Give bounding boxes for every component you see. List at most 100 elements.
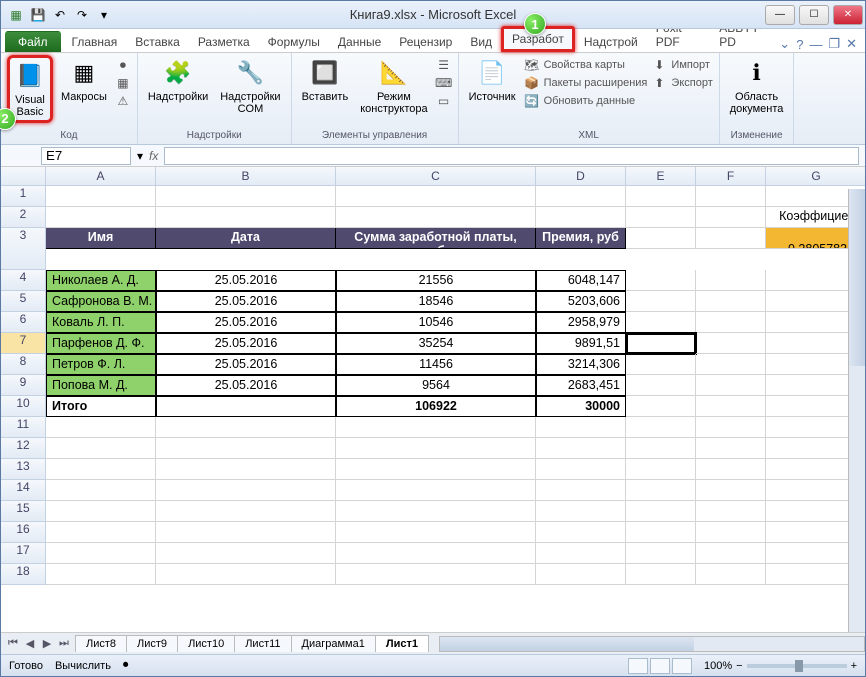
cell[interactable] [156, 207, 336, 228]
zoom-level[interactable]: 100% [704, 660, 732, 672]
document-panel-button[interactable]: ℹ Область документа [726, 55, 788, 117]
zoom-out-button[interactable]: − [736, 660, 742, 672]
cell[interactable] [536, 207, 626, 228]
row-header[interactable]: 10 [1, 396, 46, 417]
workbook-close-icon[interactable]: ✕ [846, 36, 857, 52]
cell[interactable] [626, 564, 696, 585]
cell[interactable] [156, 501, 336, 522]
vertical-scrollbar[interactable] [848, 189, 865, 632]
col-header[interactable]: G [766, 167, 865, 186]
sheet-nav-prev-icon[interactable]: ◀ [22, 637, 38, 650]
cell[interactable] [626, 375, 696, 396]
cell-bonus[interactable]: 2958,979 [536, 312, 626, 333]
cell-date[interactable]: 25.05.2016 [156, 375, 336, 396]
formula-input[interactable] [164, 147, 859, 165]
cell[interactable] [46, 438, 156, 459]
scrollbar-thumb[interactable] [440, 637, 694, 651]
header-bonus[interactable]: Премия, руб [536, 228, 626, 249]
cell[interactable] [626, 270, 696, 291]
row-header[interactable]: 5 [1, 291, 46, 312]
active-cell[interactable] [626, 333, 696, 354]
xml-source-button[interactable]: 📄 Источник [465, 55, 520, 105]
cell[interactable] [696, 501, 766, 522]
cell[interactable] [626, 480, 696, 501]
map-properties-button[interactable]: 🗺Свойства карты [524, 57, 648, 73]
cell[interactable] [536, 438, 626, 459]
col-header[interactable]: D [536, 167, 626, 186]
sheet-nav-first-icon[interactable]: ⏮ [5, 637, 21, 650]
header-salary[interactable]: Сумма заработной платы, руб. [336, 228, 536, 249]
row-header[interactable]: 3 [1, 228, 46, 270]
select-all-corner[interactable] [1, 167, 46, 186]
cell[interactable] [46, 522, 156, 543]
row-header[interactable]: 12 [1, 438, 46, 459]
cell-total-salary[interactable]: 106922 [336, 396, 536, 417]
cell-name[interactable]: Парфенов Д. Ф. [46, 333, 156, 354]
col-header[interactable]: E [626, 167, 696, 186]
col-header[interactable]: C [336, 167, 536, 186]
cell[interactable] [626, 291, 696, 312]
tab-view[interactable]: Вид [461, 31, 501, 52]
cell[interactable] [696, 375, 766, 396]
cell[interactable] [156, 543, 336, 564]
tab-layout[interactable]: Разметка [189, 31, 259, 52]
cell[interactable] [696, 207, 766, 228]
cell-bonus[interactable]: 5203,606 [536, 291, 626, 312]
cell-name[interactable]: Николаев А. Д. [46, 270, 156, 291]
cell-salary[interactable]: 18546 [336, 291, 536, 312]
save-button[interactable]: 💾 [29, 6, 47, 24]
tab-file[interactable]: Файл [5, 31, 61, 52]
grid[interactable]: A B C D E F G 1 2 Коэффициент 3 Имя Дата… [1, 167, 865, 585]
sheet-nav-next-icon[interactable]: ▶ [39, 637, 55, 650]
cell[interactable] [626, 312, 696, 333]
cell[interactable] [626, 438, 696, 459]
status-calculate[interactable]: Вычислить [55, 660, 111, 672]
row-header[interactable]: 15 [1, 501, 46, 522]
cell[interactable] [536, 459, 626, 480]
tab-insert[interactable]: Вставка [126, 31, 189, 52]
cell[interactable] [156, 522, 336, 543]
insert-control-button[interactable]: 🔲 Вставить [298, 55, 353, 105]
sheet-tab[interactable]: Лист8 [75, 635, 127, 652]
fx-icon[interactable]: fx [149, 149, 158, 163]
cell[interactable] [156, 417, 336, 438]
cell[interactable] [696, 522, 766, 543]
cell[interactable] [696, 228, 766, 249]
sheet-tab[interactable]: Лист9 [126, 635, 178, 652]
cell[interactable] [336, 501, 536, 522]
cell-name[interactable]: Сафронова В. М. [46, 291, 156, 312]
cell[interactable] [336, 564, 536, 585]
cell-salary[interactable]: 35254 [336, 333, 536, 354]
cell[interactable] [336, 438, 536, 459]
workbook-minimize-icon[interactable]: — [809, 37, 822, 52]
header-date[interactable]: Дата [156, 228, 336, 249]
visual-basic-button[interactable]: 📘 Visual Basic 2 [7, 55, 53, 123]
cell[interactable] [696, 354, 766, 375]
cell-name[interactable]: Попова М. Д. [46, 375, 156, 396]
cell[interactable] [46, 543, 156, 564]
zoom-in-button[interactable]: + [851, 660, 857, 672]
sheet-tab[interactable]: Диаграмма1 [291, 635, 376, 652]
col-header[interactable]: A [46, 167, 156, 186]
sheet-tab-active[interactable]: Лист1 [375, 635, 429, 652]
design-mode-button[interactable]: 📐 Режим конструктора [356, 55, 431, 117]
row-header[interactable]: 17 [1, 543, 46, 564]
sheet-nav-last-icon[interactable]: ⏭ [56, 637, 72, 650]
namebox-dropdown-icon[interactable]: ▾ [137, 149, 143, 163]
cell[interactable] [536, 417, 626, 438]
qat-dropdown-icon[interactable]: ▾ [95, 6, 113, 24]
maximize-button[interactable]: ☐ [799, 5, 829, 25]
tab-data[interactable]: Данные [329, 31, 390, 52]
undo-button[interactable]: ↶ [51, 6, 69, 24]
row-header[interactable]: 8 [1, 354, 46, 375]
cell-total-bonus[interactable]: 30000 [536, 396, 626, 417]
redo-button[interactable]: ↷ [73, 6, 91, 24]
cell[interactable] [626, 354, 696, 375]
cell[interactable] [696, 417, 766, 438]
cell[interactable] [626, 522, 696, 543]
minimize-ribbon-icon[interactable]: ⌄ [779, 36, 790, 52]
cell[interactable] [536, 543, 626, 564]
cell[interactable] [626, 459, 696, 480]
col-header[interactable]: F [696, 167, 766, 186]
row-header[interactable]: 18 [1, 564, 46, 585]
